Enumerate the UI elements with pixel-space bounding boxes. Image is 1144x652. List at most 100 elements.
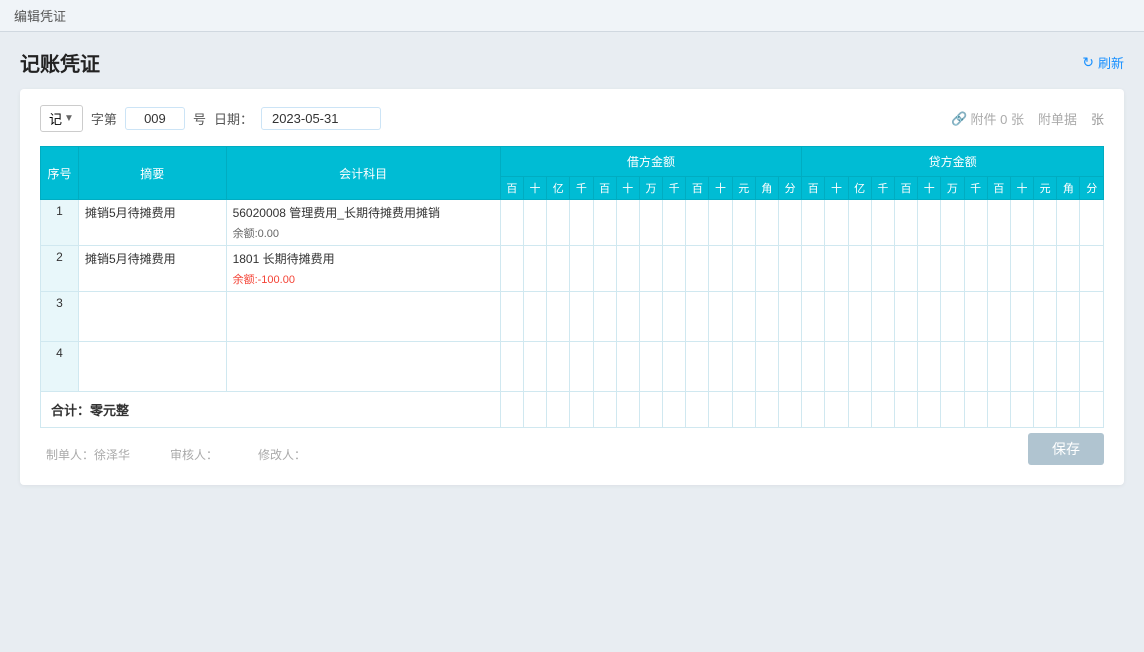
row-3-d7[interactable]: [639, 292, 662, 342]
attach-document-button[interactable]: 附单据: [1038, 109, 1077, 128]
row-1-d13[interactable]: [779, 200, 802, 246]
row-2-d7[interactable]: [639, 246, 662, 292]
row-4-d3[interactable]: [547, 342, 570, 392]
row-3-c5[interactable]: [894, 292, 917, 342]
row-2-account[interactable]: 1801 长期待摊费用 余额:-100.00: [226, 246, 500, 292]
row-3-c3[interactable]: [848, 292, 871, 342]
row-4-d10[interactable]: [709, 342, 732, 392]
voucher-type-button[interactable]: 记 ▼: [40, 105, 83, 132]
row-4-c12[interactable]: [1057, 342, 1080, 392]
row-1-d6[interactable]: [616, 200, 639, 246]
row-4-d7[interactable]: [639, 342, 662, 392]
row-1-summary[interactable]: 摊销5月待摊费用: [78, 200, 226, 246]
row-2-d12[interactable]: [755, 246, 778, 292]
row-1-d1[interactable]: [500, 200, 523, 246]
row-2-d11[interactable]: [732, 246, 755, 292]
row-1-c11[interactable]: [1034, 200, 1057, 246]
voucher-number-input[interactable]: [125, 107, 185, 130]
row-2-d4[interactable]: [570, 246, 593, 292]
row-3-d3[interactable]: [547, 292, 570, 342]
row-4-d6[interactable]: [616, 342, 639, 392]
row-2-c7[interactable]: [941, 246, 964, 292]
row-3-c12[interactable]: [1057, 292, 1080, 342]
save-button[interactable]: 保存: [1028, 433, 1104, 465]
row-2-d3[interactable]: [547, 246, 570, 292]
row-3-c10[interactable]: [1010, 292, 1033, 342]
row-2-c2[interactable]: [825, 246, 848, 292]
row-2-d9[interactable]: [686, 246, 709, 292]
row-4-d13[interactable]: [779, 342, 802, 392]
row-2-d1[interactable]: [500, 246, 523, 292]
row-4-d8[interactable]: [663, 342, 686, 392]
row-2-c5[interactable]: [894, 246, 917, 292]
row-3-summary[interactable]: [78, 292, 226, 342]
row-3-d10[interactable]: [709, 292, 732, 342]
row-3-d1[interactable]: [500, 292, 523, 342]
row-2-d8[interactable]: [663, 246, 686, 292]
row-3-c11[interactable]: [1034, 292, 1057, 342]
row-1-d7[interactable]: [639, 200, 662, 246]
row-1-account[interactable]: 56020008 管理费用_长期待摊费用摊销 余额:0.00: [226, 200, 500, 246]
row-4-c6[interactable]: [918, 342, 941, 392]
row-4-d1[interactable]: [500, 342, 523, 392]
row-3-d5[interactable]: [593, 292, 616, 342]
row-2-c11[interactable]: [1034, 246, 1057, 292]
row-1-d5[interactable]: [593, 200, 616, 246]
row-2-c1[interactable]: [802, 246, 825, 292]
row-3-c9[interactable]: [987, 292, 1010, 342]
row-4-d11[interactable]: [732, 342, 755, 392]
row-1-c7[interactable]: [941, 200, 964, 246]
row-3-d2[interactable]: [523, 292, 546, 342]
row-2-d13[interactable]: [779, 246, 802, 292]
row-1-d4[interactable]: [570, 200, 593, 246]
row-1-c5[interactable]: [894, 200, 917, 246]
row-4-c1[interactable]: [802, 342, 825, 392]
row-1-d2[interactable]: [523, 200, 546, 246]
row-3-d11[interactable]: [732, 292, 755, 342]
row-3-d9[interactable]: [686, 292, 709, 342]
row-4-c7[interactable]: [941, 342, 964, 392]
row-1-c3[interactable]: [848, 200, 871, 246]
row-2-summary[interactable]: 摊销5月待摊费用: [78, 246, 226, 292]
row-3-d12[interactable]: [755, 292, 778, 342]
row-2-c8[interactable]: [964, 246, 987, 292]
row-3-c7[interactable]: [941, 292, 964, 342]
row-1-c9[interactable]: [987, 200, 1010, 246]
row-1-c4[interactable]: [871, 200, 894, 246]
row-3-c4[interactable]: [871, 292, 894, 342]
row-4-c4[interactable]: [871, 342, 894, 392]
row-3-c13[interactable]: [1080, 292, 1104, 342]
row-1-c12[interactable]: [1057, 200, 1080, 246]
row-1-d11[interactable]: [732, 200, 755, 246]
row-3-c6[interactable]: [918, 292, 941, 342]
row-4-summary[interactable]: [78, 342, 226, 392]
row-3-account[interactable]: [226, 292, 500, 342]
row-1-c1[interactable]: [802, 200, 825, 246]
row-2-c12[interactable]: [1057, 246, 1080, 292]
row-4-c10[interactable]: [1010, 342, 1033, 392]
row-2-d6[interactable]: [616, 246, 639, 292]
row-4-d4[interactable]: [570, 342, 593, 392]
row-2-d2[interactable]: [523, 246, 546, 292]
row-4-d9[interactable]: [686, 342, 709, 392]
row-3-d6[interactable]: [616, 292, 639, 342]
row-4-c8[interactable]: [964, 342, 987, 392]
row-4-d5[interactable]: [593, 342, 616, 392]
row-1-c8[interactable]: [964, 200, 987, 246]
row-4-c13[interactable]: [1080, 342, 1104, 392]
row-3-d4[interactable]: [570, 292, 593, 342]
row-4-c2[interactable]: [825, 342, 848, 392]
row-4-account[interactable]: [226, 342, 500, 392]
row-3-c8[interactable]: [964, 292, 987, 342]
row-1-c2[interactable]: [825, 200, 848, 246]
row-2-c6[interactable]: [918, 246, 941, 292]
row-2-d5[interactable]: [593, 246, 616, 292]
row-1-c13[interactable]: [1080, 200, 1104, 246]
row-1-c6[interactable]: [918, 200, 941, 246]
row-4-c9[interactable]: [987, 342, 1010, 392]
row-2-d10[interactable]: [709, 246, 732, 292]
row-2-c13[interactable]: [1080, 246, 1104, 292]
row-2-c4[interactable]: [871, 246, 894, 292]
row-1-d12[interactable]: [755, 200, 778, 246]
row-4-c5[interactable]: [894, 342, 917, 392]
